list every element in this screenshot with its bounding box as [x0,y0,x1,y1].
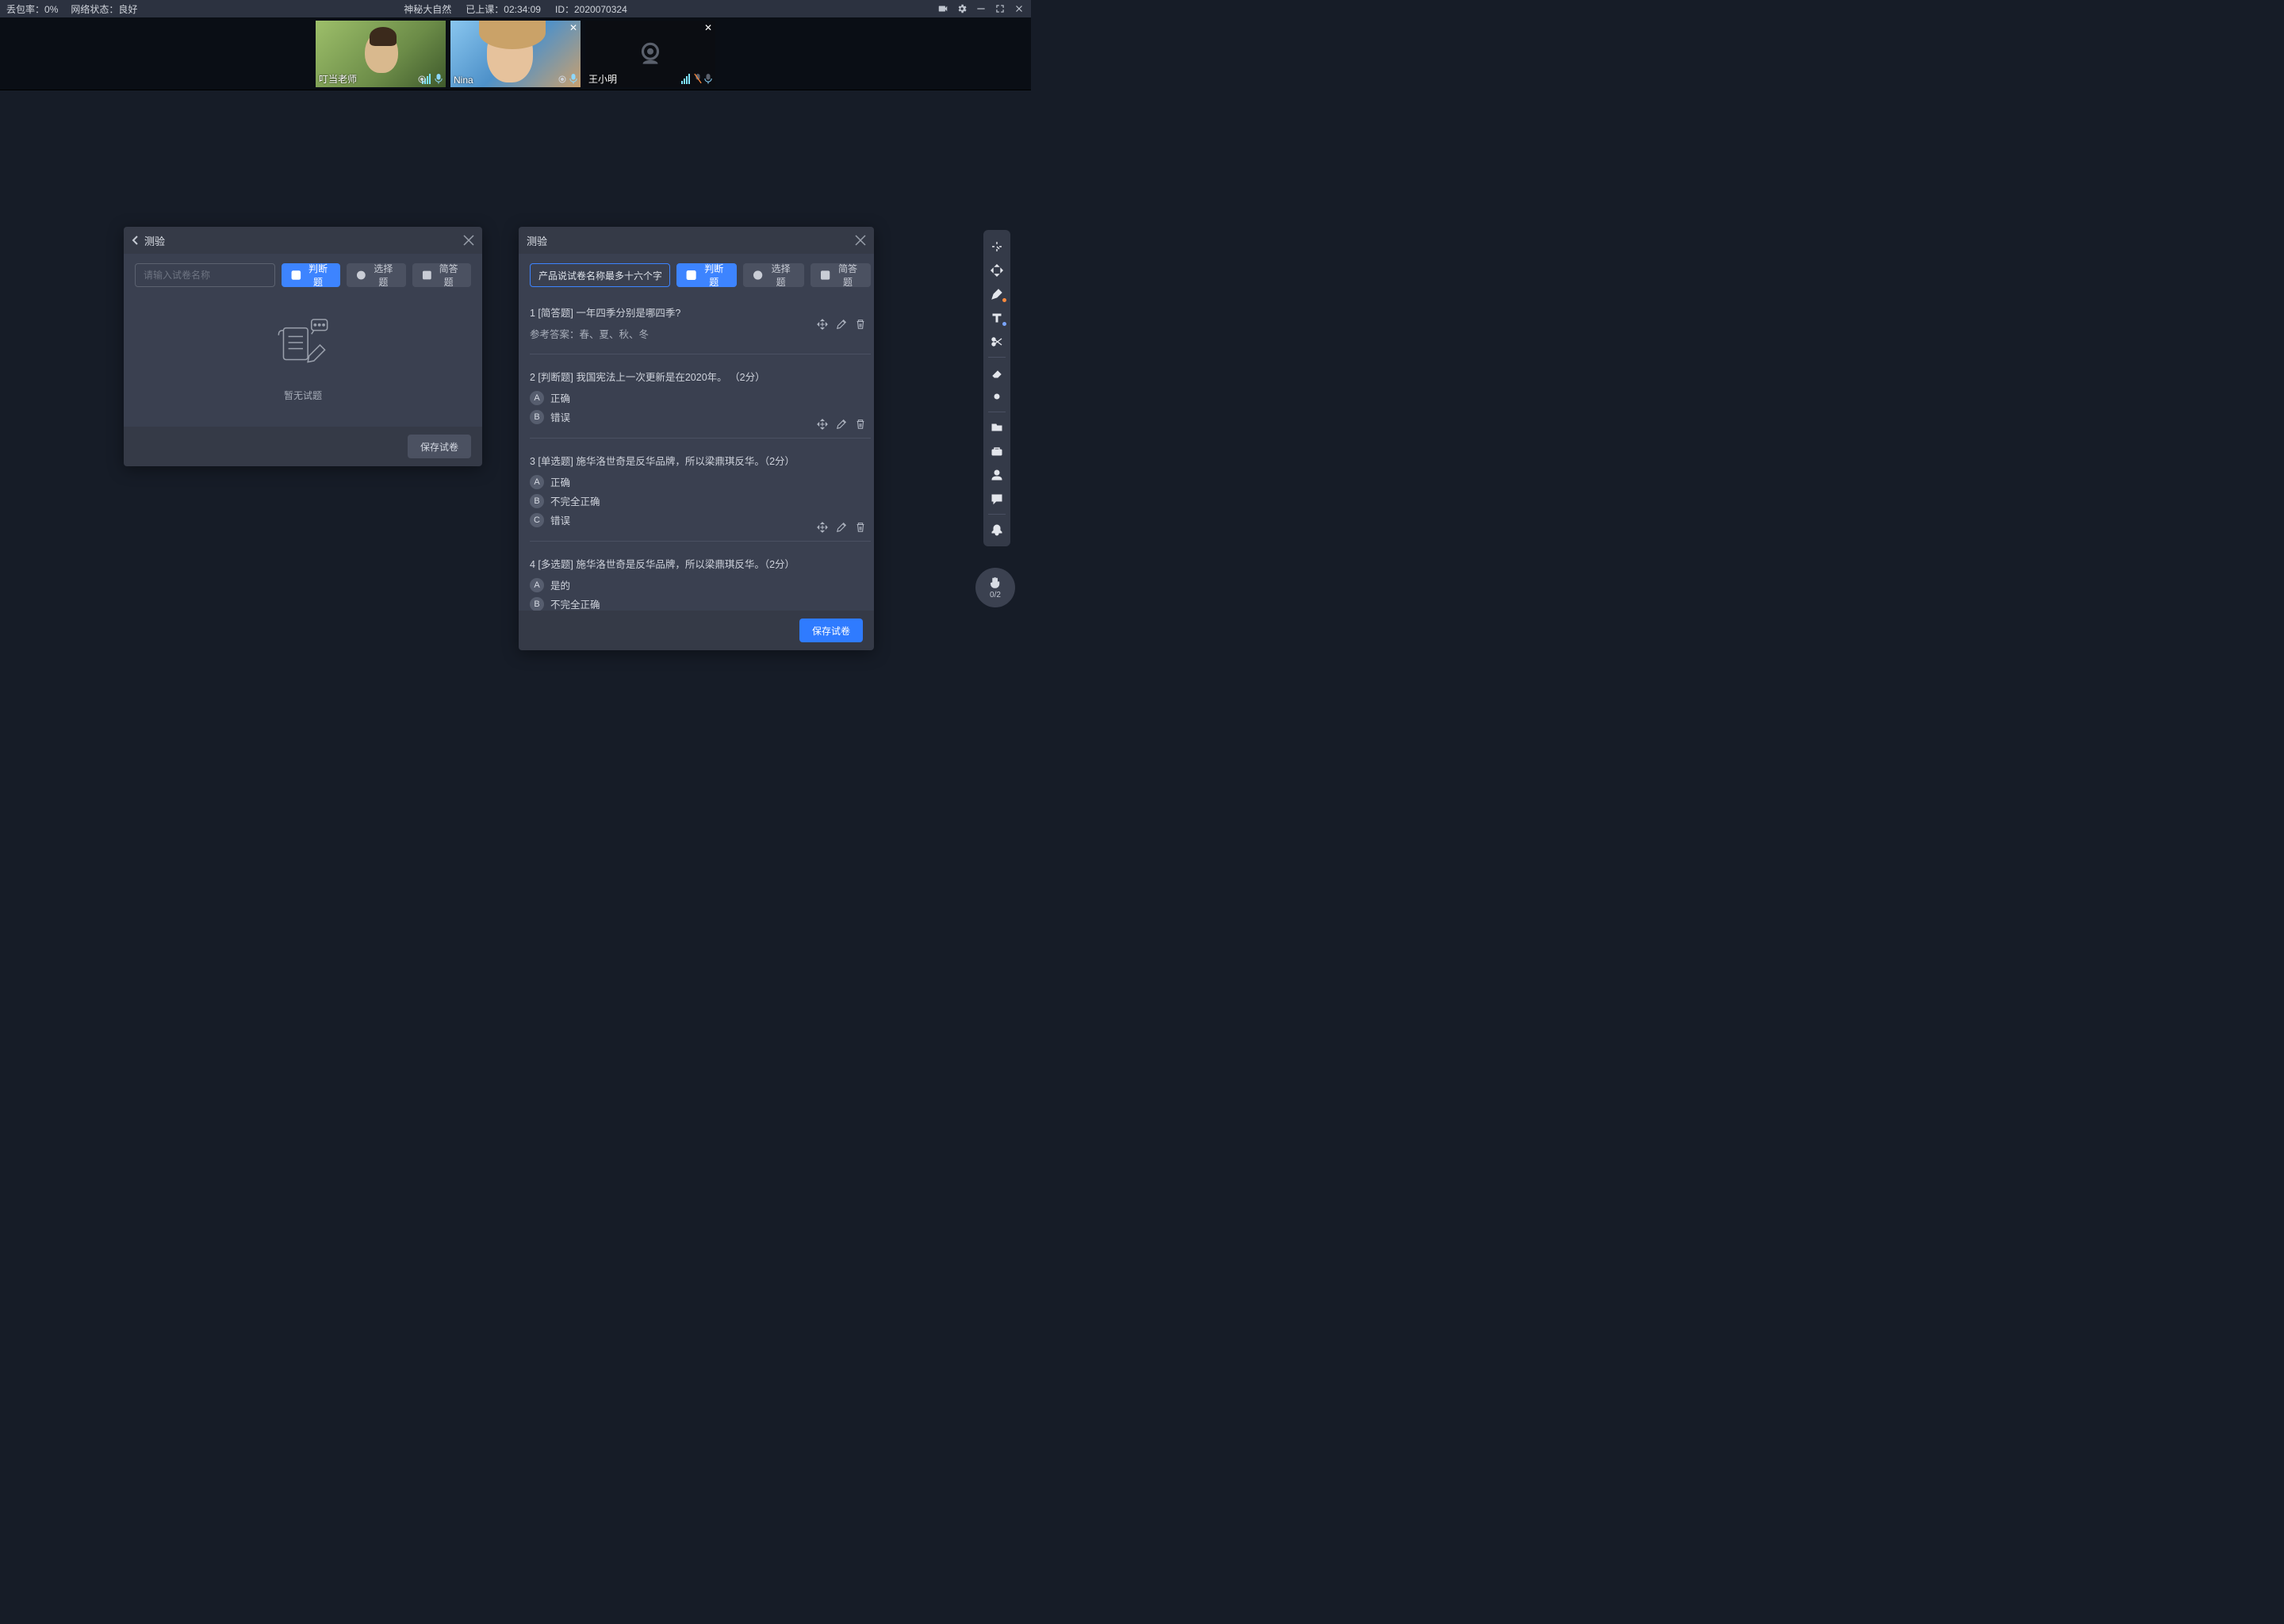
user-tool[interactable] [983,463,1010,487]
eraser-tool[interactable] [983,361,1010,385]
close-window-icon[interactable] [1014,3,1025,14]
option-label: B [530,494,544,508]
mic-icon [435,73,443,84]
delete-icon[interactable] [855,522,866,533]
pen-tool[interactable] [983,282,1010,306]
option-text: 正确 [550,474,570,489]
question-answer: 参考答案：春、夏、秋、冬 [530,326,863,341]
short-answer-button[interactable]: 简答题 [412,263,471,287]
choice-question-button[interactable]: 选择题 [347,263,405,287]
judge-question-button[interactable]: 判断题 [676,263,737,287]
camera-toggle-icon[interactable] [937,3,948,14]
option-text: 不完全正确 [550,596,600,611]
question-item: 2 [判断题] 我国宪法上一次更新是在2020年。 （2分） A 正确 B 错误 [530,362,871,439]
video-strip: 叮当老师 ✕ Nina ✕ 王小明 [0,17,1031,90]
delete-icon[interactable] [855,419,866,430]
delete-icon[interactable] [855,319,866,330]
toolbox-tool[interactable] [983,439,1010,463]
raise-hand-button[interactable]: 0/2 [975,568,1015,607]
question-title: 4 [多选题] 施华洛世奇是反华品牌，所以梁鼎琪反华。（2分） [530,556,863,571]
fullscreen-icon[interactable] [994,3,1006,14]
question-item: 4 [多选题] 施华洛世奇是反华品牌，所以梁鼎琪反华。（2分） A 是的 B 不完全… [530,550,871,611]
network-status: 网络状态：良好 [71,2,137,16]
bell-tool[interactable] [983,518,1010,542]
raise-hand-count: 0/2 [990,591,1001,599]
settings-icon[interactable] [956,3,968,14]
course-title: 神秘大自然 [404,2,451,16]
chat-tool[interactable] [983,487,1010,511]
panel-title: 测验 [527,233,547,248]
volume-indicator [681,74,690,84]
quiz-panel-edit: 测验 判断题 选择题 简答题 1 [简答题] 一年四季分别是哪四季? 参考答案：… [519,227,874,650]
option-label: B [530,597,544,611]
mic-icon [569,73,577,84]
option-text: 不完全正确 [550,493,600,508]
option-text: 错误 [550,409,570,424]
save-quiz-button[interactable]: 保存试卷 [799,619,863,642]
question-title: 3 [单选题] 施华洛世奇是反华品牌，所以梁鼎琪反华。（2分） [530,453,863,468]
scissors-tool[interactable] [983,330,1010,354]
question-item: 1 [简答题] 一年四季分别是哪四季? 参考答案：春、夏、秋、冬 [530,298,871,354]
quiz-name-input[interactable] [135,263,275,287]
empty-text: 暂无试题 [284,389,322,402]
video-close-icon[interactable]: ✕ [704,22,712,33]
question-list: 1 [简答题] 一年四季分别是哪四季? 参考答案：春、夏、秋、冬 2 [判断题]… [530,298,871,611]
save-quiz-button[interactable]: 保存试卷 [408,435,471,458]
target-icon [558,75,567,84]
close-icon[interactable] [855,235,866,246]
video-name: Nina [454,75,473,86]
edit-icon[interactable] [836,319,847,330]
edit-icon[interactable] [836,419,847,430]
option-label: A [530,475,544,489]
folder-tool[interactable] [983,416,1010,439]
option-text: 正确 [550,390,570,405]
panel-title: 测验 [144,233,165,248]
video-close-icon[interactable]: ✕ [569,22,577,33]
option-text: 错误 [550,512,570,527]
target-icon [417,75,427,84]
packet-loss: 丢包率：0% [6,2,58,16]
quiz-panel-empty: 测验 判断题 选择题 简答题 [124,227,482,466]
video-tile[interactable]: ✕ Nina [450,21,581,87]
option-label: B [530,410,544,424]
cursor-tool[interactable] [983,235,1010,259]
move-tool[interactable] [983,259,1010,282]
video-name: 王小明 [588,72,617,86]
judge-question-button[interactable]: 判断题 [282,263,340,287]
mic-muted-icon [694,73,702,84]
whiteboard-toolbar [983,230,1010,546]
elapsed-time: 已上课：02:34:09 [466,2,541,16]
video-tile[interactable]: ✕ 王小明 [585,21,715,87]
empty-state: 暂无试题 [135,298,471,402]
video-name: 叮当老师 [319,72,357,86]
edit-icon[interactable] [836,522,847,533]
status-bar: 丢包率：0% 网络状态：良好 神秘大自然 已上课：02:34:09 ID：202… [0,0,1031,17]
choice-question-button[interactable]: 选择题 [743,263,803,287]
close-icon[interactable] [463,235,474,246]
quiz-name-input[interactable] [530,263,670,287]
back-icon[interactable] [132,236,140,245]
question-title: 2 [判断题] 我国宪法上一次更新是在2020年。 （2分） [530,369,863,384]
camera-off-icon [635,39,665,69]
short-answer-button[interactable]: 简答题 [811,263,871,287]
laser-tool[interactable] [983,385,1010,408]
text-tool[interactable] [983,306,1010,330]
question-title: 1 [简答题] 一年四季分别是哪四季? [530,304,863,320]
move-icon[interactable] [817,319,828,330]
move-icon[interactable] [817,522,828,533]
video-tile[interactable]: 叮当老师 [316,21,446,87]
question-item: 3 [单选题] 施华洛世奇是反华品牌，所以梁鼎琪反华。（2分） A 正确 B 不完全… [530,446,871,542]
option-label: A [530,578,544,592]
session-id: ID：2020070324 [555,2,627,16]
move-icon[interactable] [817,419,828,430]
option-label: C [530,513,544,527]
option-text: 是的 [550,577,570,592]
mic-icon [704,73,712,84]
minimize-icon[interactable] [975,3,987,14]
option-label: A [530,391,544,405]
